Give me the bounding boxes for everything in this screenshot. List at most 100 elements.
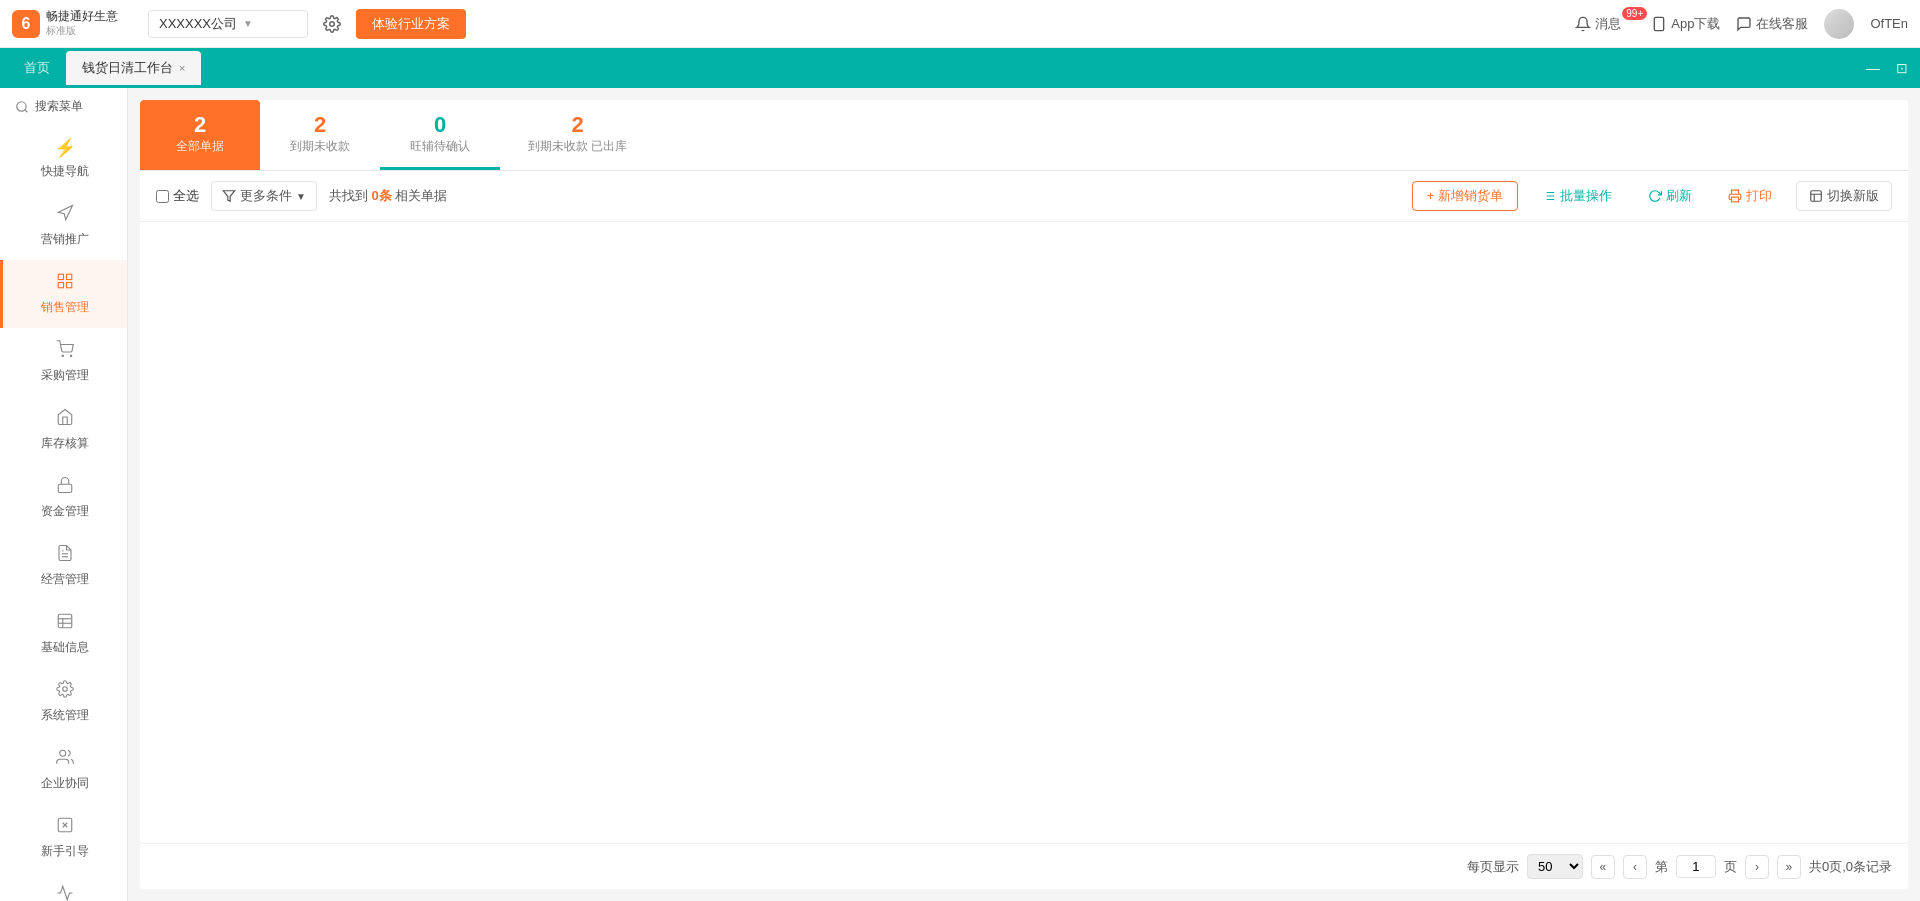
stats-tabs: 2 全部单据 2 到期未收款 0 旺辅待确认 2 到期未收款 已出库 <box>140 100 1908 171</box>
tab-home[interactable]: 首页 <box>8 51 66 85</box>
svg-rect-7 <box>67 283 72 288</box>
sidebar-item-label: 快捷导航 <box>41 163 89 180</box>
prev-page-button[interactable]: ‹ <box>1623 855 1647 879</box>
message-action[interactable]: 消息 99+ <box>1575 15 1635 33</box>
sidebar-item-label: 系统管理 <box>41 707 89 724</box>
pagination: 每页显示 50 100 200 « ‹ 第 页 › » 共0页,0条记录 <box>140 843 1908 889</box>
found-suffix: 相关单据 <box>395 188 447 203</box>
sidebar-item-label: 企业协同 <box>41 775 89 792</box>
maximize-icon[interactable]: ⊡ <box>1892 56 1912 80</box>
sidebar-item-guide[interactable]: 新手引导 <box>0 804 127 872</box>
found-count: 0条 <box>372 188 392 203</box>
company-name-label: XXXXXX公司 <box>159 15 237 33</box>
filter-btn-label: 更多条件 <box>240 187 292 205</box>
sidebar-item-sales[interactable]: 销售管理 <box>0 260 127 328</box>
user-avatar[interactable] <box>1824 9 1854 39</box>
trial-button[interactable]: 体验行业方案 <box>356 9 466 39</box>
logo-area: 6 畅捷通好生意 标准版 <box>12 9 140 39</box>
message-badge: 99+ <box>1622 7 1647 20</box>
sidebar-item-finance[interactable]: 资金管理 <box>0 464 127 532</box>
sidebar-item-basic-info[interactable]: 基础信息 <box>0 600 127 668</box>
app-badge: 标准版 <box>46 24 118 38</box>
app-center-icon <box>56 884 74 901</box>
svg-marker-23 <box>223 191 235 202</box>
sidebar-item-label: 新手引导 <box>41 843 89 860</box>
sidebar-item-inventory[interactable]: 库存核算 <box>0 396 127 464</box>
online-service-action[interactable]: 在线客服 <box>1736 15 1808 33</box>
tab-qhrc[interactable]: 钱货日清工作台 × <box>66 51 201 85</box>
stats-tab-overdue-out[interactable]: 2 到期未收款 已出库 <box>500 100 655 170</box>
select-all-checkbox-label[interactable]: 全选 <box>156 187 199 205</box>
filter-button[interactable]: 更多条件 ▼ <box>211 181 317 211</box>
select-all-label: 全选 <box>173 187 199 205</box>
sidebar-item-label: 库存核算 <box>41 435 89 452</box>
online-service-label: 在线客服 <box>1756 15 1808 33</box>
sidebar-item-label: 销售管理 <box>41 299 89 316</box>
app-download-action[interactable]: App下载 <box>1651 15 1720 33</box>
print-button[interactable]: 打印 <box>1716 182 1784 210</box>
svg-point-19 <box>60 750 66 756</box>
sidebar-item-label: 采购管理 <box>41 367 89 384</box>
stats-tab-overdue[interactable]: 2 到期未收款 <box>260 100 380 170</box>
basic-info-icon <box>56 612 74 635</box>
svg-point-0 <box>330 21 335 26</box>
svg-rect-11 <box>58 484 72 492</box>
tab-home-label: 首页 <box>24 59 50 77</box>
svg-point-10 <box>70 355 72 357</box>
sidebar-search[interactable]: 搜索菜单 <box>0 88 127 125</box>
page-prefix-label: 第 <box>1655 858 1668 876</box>
tab-qhrc-label: 钱货日清工作台 <box>82 59 173 77</box>
tab-close-icon[interactable]: × <box>179 62 185 74</box>
stats-label-overdue: 到期未收款 <box>290 138 350 155</box>
toolbar-right: + 新增销货单 批量操作 <box>1412 181 1892 211</box>
content-inner: 2 全部单据 2 到期未收款 0 旺辅待确认 2 到期未收款 已出库 <box>140 100 1908 889</box>
sidebar-item-purchase[interactable]: 采购管理 <box>0 328 127 396</box>
next-page-button[interactable]: › <box>1745 855 1769 879</box>
minimize-icon[interactable]: — <box>1862 56 1884 80</box>
sidebar-item-marketing[interactable]: 营销推广 <box>0 192 127 260</box>
sidebar-item-label: 营销推广 <box>41 231 89 248</box>
sidebar-item-operations[interactable]: 经营管理 <box>0 532 127 600</box>
first-page-button[interactable]: « <box>1591 855 1615 879</box>
chevron-down-icon: ▼ <box>243 18 253 29</box>
per-page-label: 每页显示 <box>1467 858 1519 876</box>
new-sales-order-button[interactable]: + 新增销货单 <box>1412 181 1518 211</box>
stats-label-all: 全部单据 <box>176 138 224 155</box>
page-number-input[interactable] <box>1676 855 1716 878</box>
company-selector[interactable]: XXXXXX公司 ▼ <box>148 10 308 38</box>
marketing-icon <box>56 204 74 227</box>
stats-tab-wangpu[interactable]: 0 旺辅待确认 <box>380 100 500 170</box>
svg-rect-8 <box>58 283 63 288</box>
toolbar: 全选 更多条件 ▼ 共找到 0条 相关单据 <box>140 171 1908 222</box>
svg-point-3 <box>17 101 26 110</box>
refresh-button[interactable]: 刷新 <box>1636 182 1704 210</box>
last-page-button[interactable]: » <box>1777 855 1801 879</box>
user-name-label[interactable]: OfTEn <box>1870 16 1908 31</box>
total-label: 共0页,0条记录 <box>1809 858 1892 876</box>
svg-rect-1 <box>1655 17 1664 30</box>
sidebar-item-label: 基础信息 <box>41 639 89 656</box>
toolbar-left: 全选 更多条件 ▼ 共找到 0条 相关单据 <box>156 181 1400 211</box>
sales-icon <box>56 272 74 295</box>
batch-operation-button[interactable]: 批量操作 <box>1530 182 1624 210</box>
stats-label-overdue-out: 到期未收款 已出库 <box>528 138 627 155</box>
switch-version-button[interactable]: 切换新版 <box>1796 181 1892 211</box>
quick-nav-icon: ⚡ <box>54 137 76 159</box>
stats-tab-all[interactable]: 2 全部单据 <box>140 100 260 170</box>
select-all-checkbox[interactable] <box>156 190 169 203</box>
batch-label: 批量操作 <box>1560 187 1612 205</box>
app-logo-icon: 6 <box>12 10 40 38</box>
sidebar-item-system[interactable]: 系统管理 <box>0 668 127 736</box>
print-label: 打印 <box>1746 187 1772 205</box>
sidebar-item-enterprise[interactable]: 企业协同 <box>0 736 127 804</box>
operations-icon <box>56 544 74 567</box>
refresh-label: 刷新 <box>1666 187 1692 205</box>
sidebar-item-quick-nav[interactable]: ⚡ 快捷导航 <box>0 125 127 192</box>
sidebar-item-app-center[interactable]: 应用中心 <box>0 872 127 901</box>
stats-num-overdue: 2 <box>314 112 326 138</box>
app-name: 畅捷通好生意 <box>46 9 118 25</box>
per-page-select[interactable]: 50 100 200 <box>1527 854 1583 879</box>
settings-button[interactable] <box>316 8 348 40</box>
svg-point-9 <box>62 355 64 357</box>
enterprise-icon <box>56 748 74 771</box>
